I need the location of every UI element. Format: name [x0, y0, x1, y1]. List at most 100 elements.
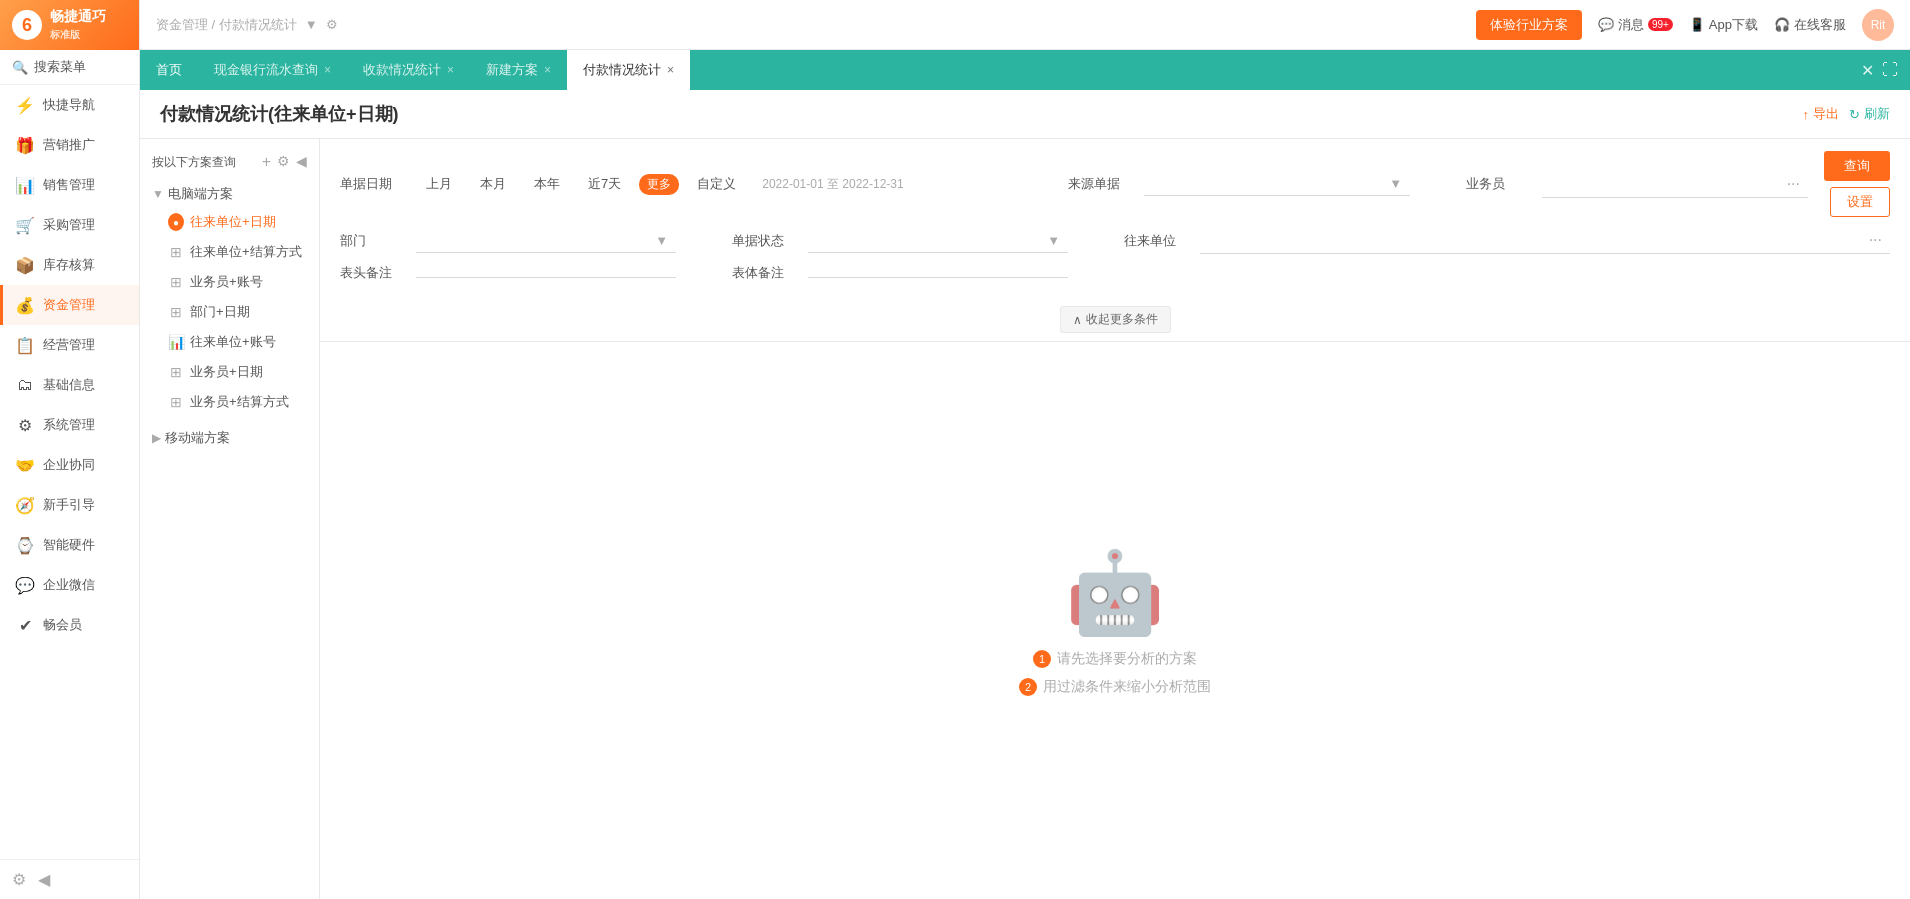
sidebar-item-enterprise[interactable]: 🤝 企业协同 — [0, 445, 139, 485]
sidebar-logo: 6 — [12, 10, 42, 40]
topbar-left: 资金管理 / 付款情况统计 ▼ ⚙ — [156, 16, 338, 34]
member-icon: ✔ — [15, 615, 35, 635]
export-icon: ↑ — [1803, 107, 1810, 122]
app-label: App下载 — [1709, 16, 1758, 34]
refresh-button[interactable]: ↻ 刷新 — [1849, 105, 1890, 123]
sidebar-item-label: 系统管理 — [43, 416, 95, 434]
empty-illustration: 🤖 — [1065, 546, 1165, 640]
sidebar-search[interactable]: 🔍 搜索菜单 — [0, 50, 139, 85]
sidebar-item-basic[interactable]: 🗂 基础信息 — [0, 365, 139, 405]
sidebar-item-wechat[interactable]: 💬 企业微信 — [0, 565, 139, 605]
left-panel-header: 按以下方案查询 + ⚙ ◀ — [140, 147, 319, 177]
sidebar-item-inventory[interactable]: 📦 库存核算 — [0, 245, 139, 285]
add-scheme-icon[interactable]: + — [262, 153, 271, 171]
collapse-chevron-icon: ∧ — [1073, 313, 1082, 327]
sidebar-item-quick-nav[interactable]: ⚡ 快捷导航 — [0, 85, 139, 125]
empty-hint-1-row: 1 请先选择要分析的方案 — [1033, 650, 1197, 668]
scheme-item-partner-date[interactable]: ● 往来单位+日期 — [140, 207, 319, 237]
sidebar-item-member[interactable]: ✔ 畅会员 — [0, 605, 139, 645]
settings-icon[interactable]: ⚙ — [12, 870, 26, 889]
user-avatar[interactable]: Rit — [1862, 9, 1894, 41]
date-option-last-month[interactable]: 上月 — [416, 172, 462, 196]
scheme-item-salesperson-settlement[interactable]: ⊞ 业务员+结算方式 — [140, 387, 319, 417]
date-option-more[interactable]: 更多 — [639, 174, 679, 195]
sidebar-item-purchase[interactable]: 🛒 采购管理 — [0, 205, 139, 245]
status-label: 单据状态 — [732, 232, 792, 250]
empty-state: 🤖 1 请先选择要分析的方案 2 用过滤条件来缩小分析范围 — [320, 342, 1910, 899]
tab-close-receipts[interactable]: × — [447, 63, 454, 77]
date-option-this-month[interactable]: 本月 — [470, 172, 516, 196]
sidebar-search-label: 搜索菜单 — [34, 58, 86, 76]
sidebar-item-system[interactable]: ⚙ 系统管理 — [0, 405, 139, 445]
tab-payment-stats[interactable]: 付款情况统计 × — [567, 50, 690, 90]
sidebar-item-operation[interactable]: 📋 经营管理 — [0, 325, 139, 365]
dept-select[interactable]: ▼ — [416, 229, 676, 253]
page-title: 付款情况统计(往来单位+日期) — [160, 102, 399, 126]
source-select[interactable]: ▼ — [1144, 172, 1410, 196]
collapse-sidebar-icon[interactable]: ◀ — [38, 870, 50, 889]
tab-close-all-icon[interactable]: ✕ — [1861, 61, 1874, 80]
sidebar-item-label: 库存核算 — [43, 256, 95, 274]
tab-receipts[interactable]: 收款情况统计 × — [347, 50, 470, 90]
export-button[interactable]: ↑ 导出 — [1803, 105, 1840, 123]
settings-button[interactable]: 设置 — [1830, 187, 1890, 217]
trial-button[interactable]: 体验行业方案 — [1476, 10, 1582, 40]
sidebar-item-fund[interactable]: 💰 资金管理 — [0, 285, 139, 325]
sidebar-item-label: 畅会员 — [43, 616, 82, 634]
tab-close-payment-stats[interactable]: × — [667, 63, 674, 77]
message-badge: 99+ — [1648, 18, 1673, 31]
marketing-icon: 🎁 — [15, 135, 35, 155]
date-option-custom[interactable]: 自定义 — [687, 172, 746, 196]
app-icon: 📱 — [1689, 17, 1705, 32]
body-note-label: 表体备注 — [732, 264, 792, 282]
scheme-group-mobile-title[interactable]: ▶ 移动端方案 — [140, 425, 319, 451]
message-button[interactable]: 💬 消息 99+ — [1598, 16, 1673, 34]
salesperson-dots-icon[interactable]: ··· — [1787, 175, 1800, 193]
scheme-group-mobile: ▶ 移动端方案 — [140, 421, 319, 455]
body-note-input[interactable] — [808, 269, 1068, 278]
filter-row-1: 单据日期 上月 本月 本年 近7天 更多 自定义 2022-01-01 至 20… — [340, 151, 1890, 217]
sidebar-item-marketing[interactable]: 🎁 营销推广 — [0, 125, 139, 165]
left-panel-icons: + ⚙ ◀ — [262, 153, 307, 171]
tab-close-new-scheme[interactable]: × — [544, 63, 551, 77]
collapse-btn[interactable]: ∧ 收起更多条件 — [1060, 306, 1171, 333]
tab-bank[interactable]: 现金银行流水查询 × — [198, 50, 347, 90]
scheme-collapse-icon[interactable]: ◀ — [296, 153, 307, 171]
partner-dots-icon[interactable]: ··· — [1869, 231, 1882, 249]
breadcrumb-arrow-icon: ▼ — [305, 17, 318, 32]
sidebar-item-sales[interactable]: 📊 销售管理 — [0, 165, 139, 205]
salesperson-select[interactable]: ··· — [1542, 171, 1808, 198]
sidebar-item-hardware[interactable]: ⌚ 智能硬件 — [0, 525, 139, 565]
tab-expand-icon[interactable]: ⛶ — [1882, 61, 1898, 79]
scheme-settings-icon[interactable]: ⚙ — [277, 153, 290, 171]
partner-select[interactable]: ··· — [1200, 227, 1890, 254]
tab-close-bank[interactable]: × — [324, 63, 331, 77]
search-icon: 🔍 — [12, 60, 28, 75]
scheme-item-partner-settlement[interactable]: ⊞ 往来单位+结算方式 — [140, 237, 319, 267]
date-option-7days[interactable]: 近7天 — [578, 172, 631, 196]
date-option-this-year[interactable]: 本年 — [524, 172, 570, 196]
scheme-item-salesperson-account[interactable]: ⊞ 业务员+账号 — [140, 267, 319, 297]
sidebar-item-guide[interactable]: 🧭 新手引导 — [0, 485, 139, 525]
topbar-settings-icon[interactable]: ⚙ — [326, 17, 338, 32]
header-note-input[interactable] — [416, 269, 676, 278]
scheme-item-salesperson-date[interactable]: ⊞ 业务员+日期 — [140, 357, 319, 387]
sidebar-header: 6 畅捷通巧 标准版 — [0, 0, 139, 50]
scheme-group-pc-title[interactable]: ▼ 电脑端方案 — [140, 181, 319, 207]
scheme-item-dept-date[interactable]: ⊞ 部门+日期 — [140, 297, 319, 327]
service-label: 在线客服 — [1794, 16, 1846, 34]
empty-hint-2: 用过滤条件来缩小分析范围 — [1043, 678, 1211, 696]
basic-icon: 🗂 — [15, 375, 35, 395]
tab-new-scheme[interactable]: 新建方案 × — [470, 50, 567, 90]
sidebar-subtitle: 标准版 — [50, 28, 106, 42]
pc-group-arrow-icon: ▼ — [152, 187, 164, 201]
tab-home[interactable]: 首页 — [140, 50, 198, 90]
app-download-button[interactable]: 📱 App下载 — [1689, 16, 1758, 34]
tabbar: 首页 现金银行流水查询 × 收款情况统计 × 新建方案 × 付款情况统计 × ✕… — [140, 50, 1910, 90]
service-button[interactable]: 🎧 在线客服 — [1774, 16, 1846, 34]
message-label: 消息 — [1618, 16, 1644, 34]
scheme-item-partner-account[interactable]: 📊 往来单位+账号 — [140, 327, 319, 357]
status-select[interactable]: ▼ — [808, 229, 1068, 253]
tabbar-actions: ✕ ⛶ — [1849, 61, 1910, 80]
query-button[interactable]: 查询 — [1824, 151, 1890, 181]
